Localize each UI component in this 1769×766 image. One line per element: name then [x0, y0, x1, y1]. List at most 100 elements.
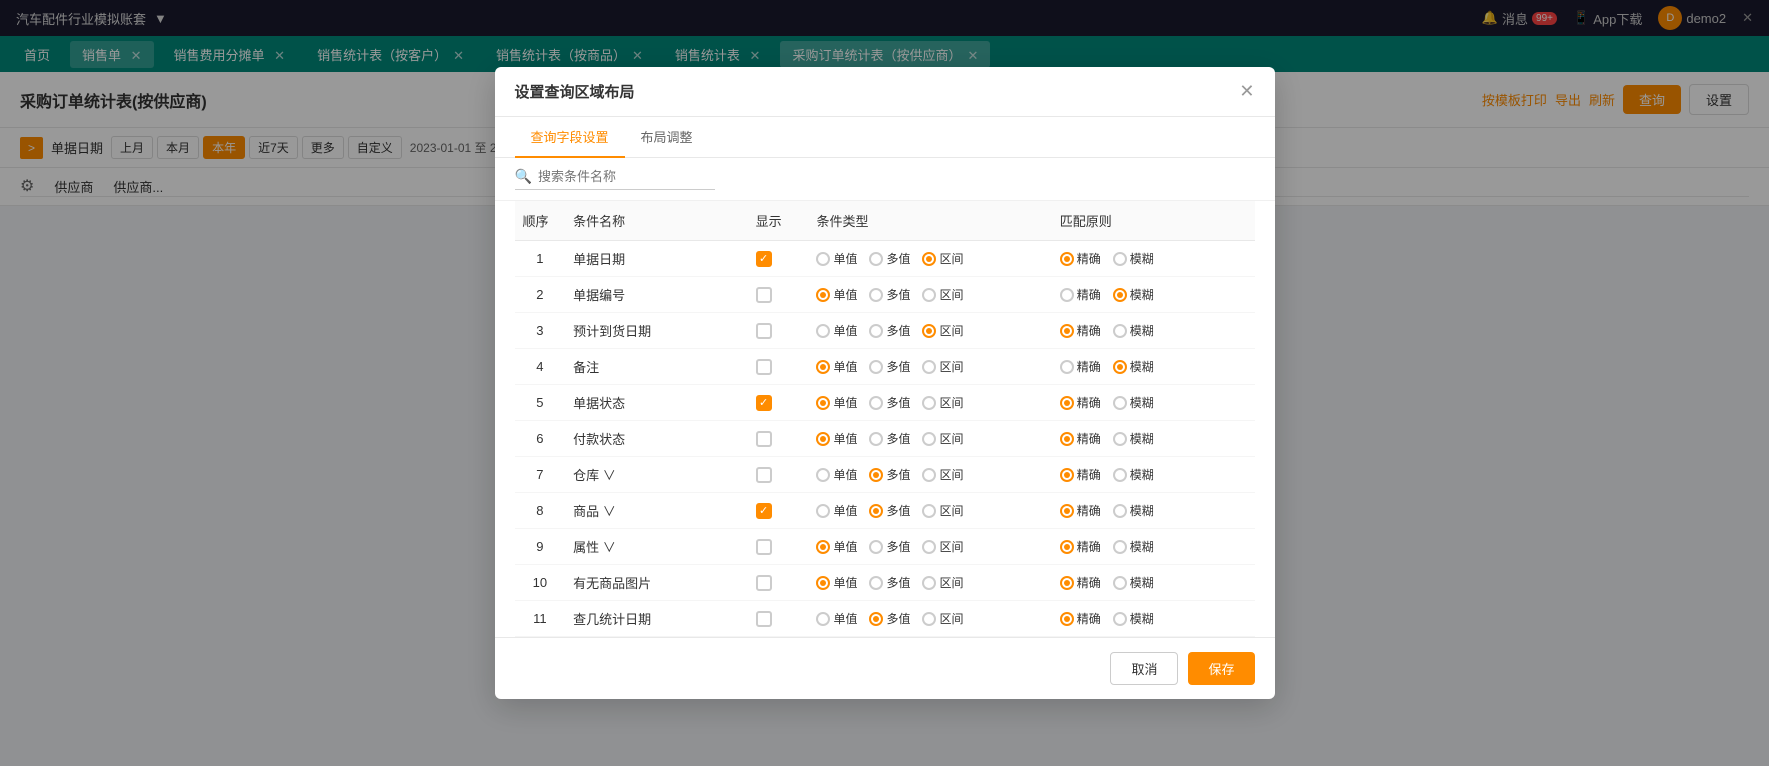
radio-match-5-0[interactable]: 精确	[1060, 394, 1101, 411]
radio-type-9-1[interactable]: 多值	[869, 538, 910, 555]
row-display-2[interactable]	[748, 277, 809, 313]
radio-match-1-0[interactable]: 精确	[1060, 250, 1101, 267]
radio-type-5-0[interactable]: 单值	[816, 394, 857, 411]
radio-type-6-0[interactable]: 单值	[816, 430, 857, 447]
radio-type-4-1[interactable]: 多值	[869, 358, 910, 375]
radio-match-10-0[interactable]: 精确	[1060, 574, 1101, 591]
radio-match-4-0[interactable]: 精确	[1060, 358, 1101, 375]
modal-tab-layout[interactable]: 布局调整	[625, 117, 709, 158]
radio-label-type-10-0: 单值	[833, 574, 857, 591]
checkbox-display-5[interactable]	[756, 395, 772, 411]
radio-type-4-2[interactable]: 区间	[922, 358, 963, 375]
radio-match-8-1[interactable]: 模糊	[1113, 502, 1154, 519]
radio-type-2-2[interactable]: 区间	[922, 286, 963, 303]
radio-type-1-0[interactable]: 单值	[816, 250, 857, 267]
checkbox-display-1[interactable]	[756, 251, 772, 267]
radio-type-3-2[interactable]: 区间	[922, 322, 963, 339]
checkbox-display-4[interactable]	[756, 359, 772, 375]
radio-type-8-1[interactable]: 多值	[869, 502, 910, 519]
radio-type-3-0[interactable]: 单值	[816, 322, 857, 339]
row-display-8[interactable]	[748, 493, 809, 529]
radio-type-5-1[interactable]: 多值	[869, 394, 910, 411]
radio-match-10-1[interactable]: 模糊	[1113, 574, 1154, 591]
radio-type-10-1[interactable]: 多值	[869, 574, 910, 591]
radio-type-9-2[interactable]: 区间	[922, 538, 963, 555]
checkbox-display-9[interactable]	[756, 539, 772, 555]
radio-label-type-2-2: 区间	[939, 286, 963, 303]
radio-match-2-1[interactable]: 模糊	[1113, 286, 1154, 303]
radio-match-3-0[interactable]: 精确	[1060, 322, 1101, 339]
radio-type-11-0[interactable]: 单值	[816, 610, 857, 627]
radio-type-2-0[interactable]: 单值	[816, 286, 857, 303]
radio-match-7-1[interactable]: 模糊	[1113, 466, 1154, 483]
radio-match-3-1[interactable]: 模糊	[1113, 322, 1154, 339]
radio-match-6-0[interactable]: 精确	[1060, 430, 1101, 447]
radio-type-8-0[interactable]: 单值	[816, 502, 857, 519]
radio-label-match-3-0: 精确	[1077, 322, 1101, 339]
radio-type-4-0[interactable]: 单值	[816, 358, 857, 375]
radio-type-6-1[interactable]: 多值	[869, 430, 910, 447]
radio-match-8-0[interactable]: 精确	[1060, 502, 1101, 519]
row-display-6[interactable]	[748, 421, 809, 457]
checkbox-display-11[interactable]	[756, 611, 772, 627]
row-display-7[interactable]	[748, 457, 809, 493]
modal-tab-query-fields[interactable]: 查询字段设置	[515, 117, 625, 158]
radio-match-7-0[interactable]: 精确	[1060, 466, 1101, 483]
radio-circle-type-8-0	[816, 504, 830, 518]
checkbox-display-6[interactable]	[756, 431, 772, 447]
row-display-3[interactable]	[748, 313, 809, 349]
row-display-11[interactable]	[748, 601, 809, 637]
radio-match-4-1[interactable]: 模糊	[1113, 358, 1154, 375]
radio-circle-type-7-1	[869, 468, 883, 482]
radio-circle-match-6-0	[1060, 432, 1074, 446]
radio-type-2-1[interactable]: 多值	[869, 286, 910, 303]
radio-type-7-2[interactable]: 区间	[922, 466, 963, 483]
checkbox-display-2[interactable]	[756, 287, 772, 303]
row-display-10[interactable]	[748, 565, 809, 601]
checkbox-display-7[interactable]	[756, 467, 772, 483]
search-input[interactable]	[538, 169, 715, 184]
radio-type-3-1[interactable]: 多值	[869, 322, 910, 339]
checkbox-display-3[interactable]	[756, 323, 772, 339]
radio-match-9-0[interactable]: 精确	[1060, 538, 1101, 555]
radio-match-6-1[interactable]: 模糊	[1113, 430, 1154, 447]
radio-type-1-1[interactable]: 多值	[869, 250, 910, 267]
radio-type-11-2[interactable]: 区间	[922, 610, 963, 627]
radio-type-7-0[interactable]: 单值	[816, 466, 857, 483]
radio-circle-type-3-2	[922, 324, 936, 338]
row-display-1[interactable]	[748, 241, 809, 277]
radio-type-11-1[interactable]: 多值	[869, 610, 910, 627]
radio-type-1-2[interactable]: 区间	[922, 250, 963, 267]
modal-close-button[interactable]: ✕	[1239, 81, 1254, 102]
radio-label-type-2-0: 单值	[833, 286, 857, 303]
radio-match-1-1[interactable]: 模糊	[1113, 250, 1154, 267]
row-match-5: 精确模糊	[1052, 385, 1255, 421]
radio-circle-type-1-1	[869, 252, 883, 266]
radio-type-10-2[interactable]: 区间	[922, 574, 963, 591]
radio-type-10-0[interactable]: 单值	[816, 574, 857, 591]
radio-type-7-1[interactable]: 多值	[869, 466, 910, 483]
radio-match-9-1[interactable]: 模糊	[1113, 538, 1154, 555]
row-display-4[interactable]	[748, 349, 809, 385]
radio-match-5-1[interactable]: 模糊	[1113, 394, 1154, 411]
radio-type-5-2[interactable]: 区间	[922, 394, 963, 411]
table-row: 3预计到货日期单值多值区间精确模糊	[515, 313, 1255, 349]
checkbox-display-8[interactable]	[756, 503, 772, 519]
row-display-5[interactable]	[748, 385, 809, 421]
table-row: 6付款状态单值多值区间精确模糊	[515, 421, 1255, 457]
radio-type-8-2[interactable]: 区间	[922, 502, 963, 519]
radio-type-9-0[interactable]: 单值	[816, 538, 857, 555]
row-order-10: 10	[515, 565, 566, 601]
cancel-button[interactable]: 取消	[1110, 652, 1178, 685]
checkbox-display-10[interactable]	[756, 575, 772, 591]
row-type-3: 单值多值区间	[808, 313, 1051, 349]
row-name-4: 备注	[565, 349, 747, 385]
radio-type-6-2[interactable]: 区间	[922, 430, 963, 447]
row-display-9[interactable]	[748, 529, 809, 565]
radio-label-match-6-1: 模糊	[1130, 430, 1154, 447]
radio-match-2-0[interactable]: 精确	[1060, 286, 1101, 303]
radio-label-match-10-0: 精确	[1077, 574, 1101, 591]
save-button[interactable]: 保存	[1188, 652, 1254, 685]
radio-match-11-1[interactable]: 模糊	[1113, 610, 1154, 627]
radio-match-11-0[interactable]: 精确	[1060, 610, 1101, 627]
